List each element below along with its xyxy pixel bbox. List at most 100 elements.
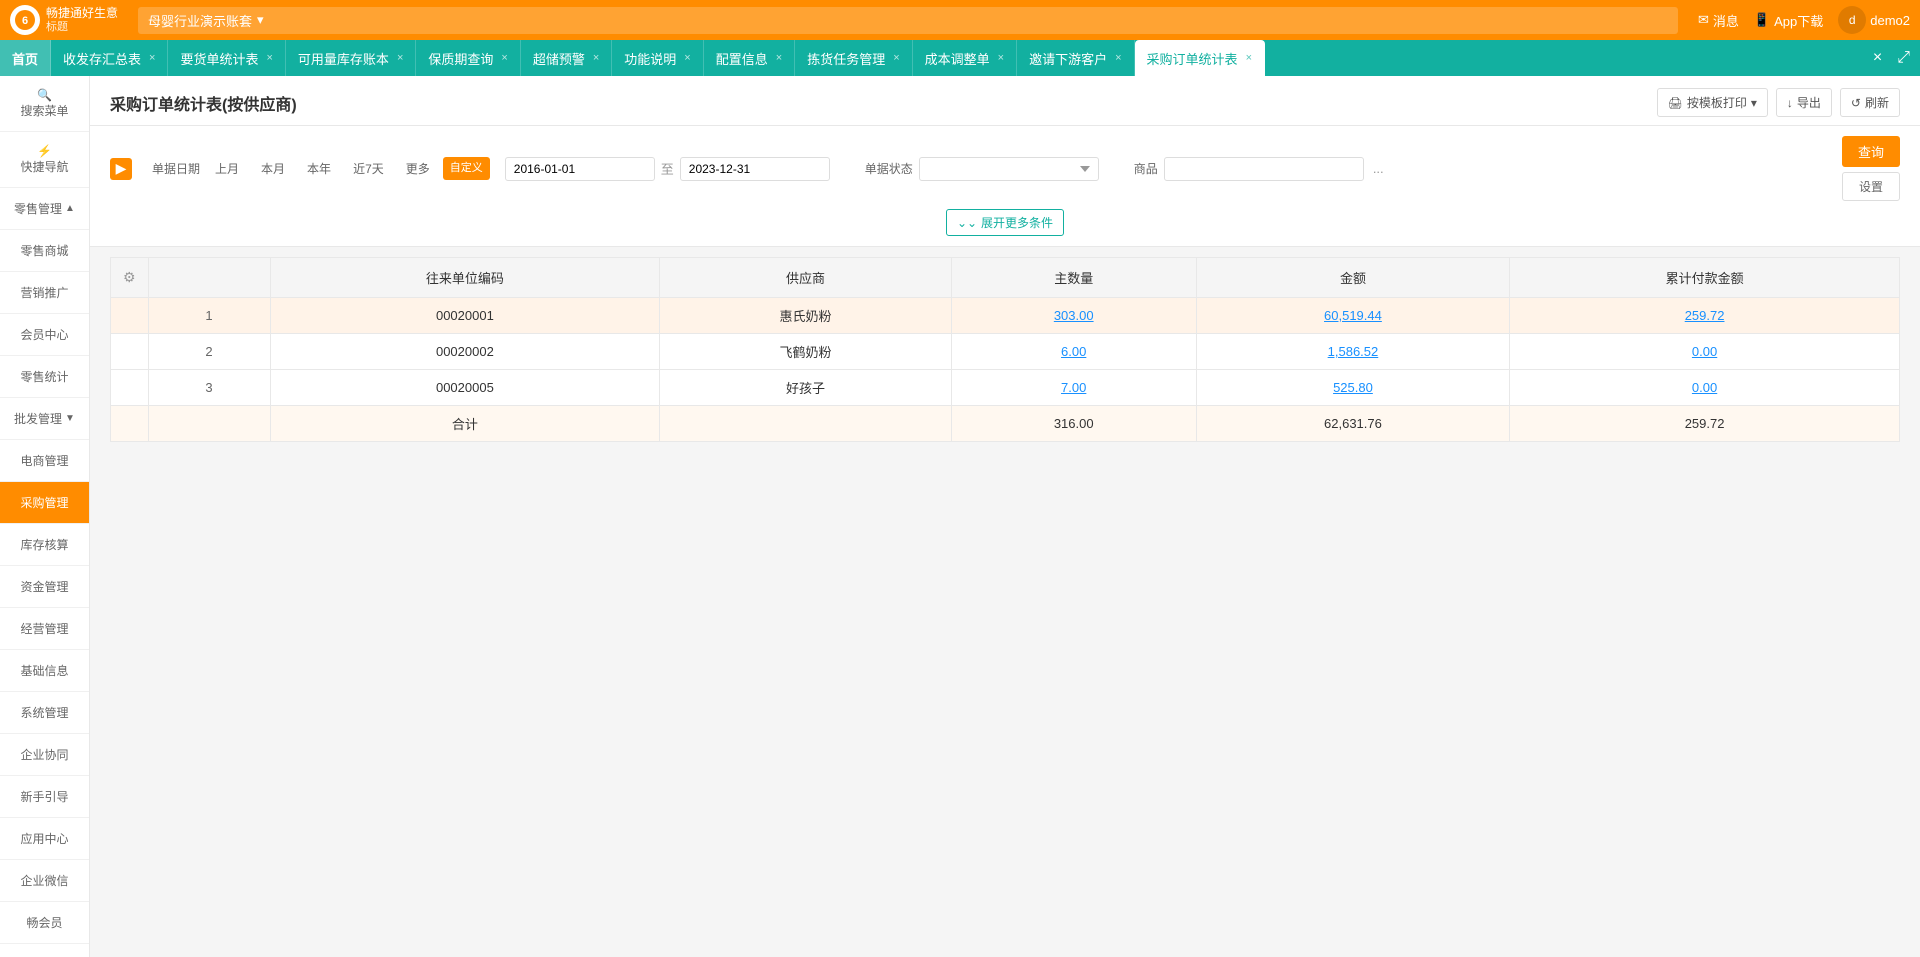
sidebar-item-xitong[interactable]: 系统管理 (0, 692, 89, 734)
date-to-input[interactable] (680, 157, 830, 181)
tab-gongneng[interactable]: 功能说明 × (612, 40, 703, 76)
tab-peizhi[interactable]: 配置信息 × (704, 40, 795, 76)
table-row[interactable]: 3 00020005 好孩子 7.00 525.80 0.00 (111, 370, 1900, 406)
tab-tuohuo[interactable]: 拣货任务管理 × (795, 40, 912, 76)
sidebar-item-caigou[interactable]: 采购管理 (0, 482, 89, 524)
tab-chaochu[interactable]: 超储预警 × (521, 40, 612, 76)
row-amount-2: 525.80 (1196, 370, 1509, 406)
nav-maximize-btn[interactable]: ⤢ (1892, 49, 1915, 67)
sidebar-item-kucun[interactable]: 库存核算 (0, 524, 89, 566)
col-amount-header: 金额 (1196, 258, 1509, 298)
tab-close-shoufa[interactable]: × (149, 52, 155, 64)
tab-close-gongneng[interactable]: × (684, 52, 690, 64)
status-label: 单据状态 (865, 160, 913, 177)
date-from-input[interactable] (505, 157, 655, 181)
tab-home[interactable]: 首页 (0, 40, 51, 76)
shortcut-this-year[interactable]: 本年 (298, 157, 340, 180)
sidebar-item-marketing[interactable]: 营销推广 (0, 272, 89, 314)
sidebar-item-search[interactable]: 🔍 搜索菜单 (0, 76, 89, 132)
tab-close-chengben[interactable]: × (998, 52, 1004, 64)
table-row[interactable]: 1 00020001 惠氏奶粉 303.00 60,519.44 259.72 (111, 298, 1900, 334)
sidebar-item-pifa[interactable]: 批发管理 ▼ (0, 398, 89, 440)
row-paid-2: 0.00 (1510, 370, 1900, 406)
refresh-button[interactable]: ↺ 刷新 (1840, 88, 1900, 117)
sidebar-item-retail[interactable]: 零售管理 ▲ (0, 188, 89, 230)
sidebar-item-huiyuan[interactable]: 畅会员 (0, 902, 89, 944)
sidebar-item-weixin[interactable]: 企业微信 (0, 860, 89, 902)
account-selector[interactable]: 母婴行业演示账套 ▾ (138, 7, 1678, 34)
col-paid-header: 累计付款金额 (1510, 258, 1900, 298)
logo-text: 畅捷通好生意 标题 (46, 6, 118, 34)
gear-icon[interactable]: ⚙ (123, 269, 136, 285)
tab-baozhi[interactable]: 保质期查询 × (416, 40, 520, 76)
tab-chengben[interactable]: 成本调整单 × (913, 40, 1017, 76)
sidebar-item-xinshou[interactable]: 新手引导 (0, 776, 89, 818)
shortcut-7days[interactable]: 近7天 (344, 157, 393, 180)
filter-date-range-item: 至 (505, 157, 830, 181)
filter-status-item: 单据状态 (865, 157, 1099, 181)
tab-close-yaohuo[interactable]: × (266, 52, 272, 64)
tab-close-caigou[interactable]: × (1246, 52, 1252, 64)
goods-input[interactable] (1164, 157, 1364, 181)
nav-close-btn[interactable]: × (1868, 49, 1887, 67)
chevron-down-icon-expand: ⌄⌄ (957, 216, 977, 230)
download-icon: 📱 (1754, 12, 1770, 28)
shortcut-last-month[interactable]: 上月 (206, 157, 248, 180)
sidebar-item-retail-stat[interactable]: 零售统计 (0, 356, 89, 398)
tab-keyong[interactable]: 可用量库存账本 × (286, 40, 416, 76)
tab-close-peizhi[interactable]: × (776, 52, 782, 64)
search-icon: 🔍 (5, 88, 84, 102)
sidebar-item-yingyong[interactable]: 应用中心 (0, 818, 89, 860)
nav-tabs-end: × ⤢ (1868, 49, 1920, 67)
footer-paid: 259.72 (1510, 406, 1900, 442)
logo-area: 6 畅捷通好生意 标题 (10, 5, 118, 35)
row-supplier-0: 惠氏奶粉 (660, 298, 951, 334)
col-settings-header[interactable]: ⚙ (111, 258, 149, 298)
top-bar-right: ✉ 消息 📱 App下载 d demo2 (1698, 6, 1910, 34)
export-button[interactable]: ↓ 导出 (1776, 88, 1832, 117)
expand-more-btn[interactable]: ⌄⌄ 展开更多条件 (946, 209, 1064, 236)
goods-more-icon[interactable]: ... (1373, 161, 1384, 176)
sidebar-item-quicknav[interactable]: ⚡ 快捷导航 (0, 132, 89, 188)
template-print-button[interactable]: 🖨 按模板打印 ▾ (1657, 88, 1768, 117)
tab-close-yaoqing[interactable]: × (1115, 52, 1121, 64)
tab-shoufa[interactable]: 收发存汇总表 × (51, 40, 168, 76)
col-qty-header: 主数量 (951, 258, 1196, 298)
shortcut-custom[interactable]: 自定义 (443, 157, 490, 180)
sidebar-item-qiye[interactable]: 企业协同 (0, 734, 89, 776)
page-header-actions: 🖨 按模板打印 ▾ ↓ 导出 ↺ 刷新 (1657, 88, 1900, 117)
tab-yaohuo[interactable]: 要货单统计表 × (168, 40, 285, 76)
tab-caigou[interactable]: 采购订单统计表 × (1135, 40, 1265, 76)
status-select[interactable] (919, 157, 1099, 181)
user-avatar[interactable]: d demo2 (1838, 6, 1910, 34)
filter-date-item: 单据日期 上月 本月 本年 近7天 更多 自定义 (152, 157, 490, 180)
table-row[interactable]: 2 00020002 飞鹤奶粉 6.00 1,586.52 0.00 (111, 334, 1900, 370)
tab-close-tuohuo[interactable]: × (893, 52, 899, 64)
footer-qty: 316.00 (951, 406, 1196, 442)
sidebar-item-jichu[interactable]: 基础信息 (0, 650, 89, 692)
sidebar-item-ecom[interactable]: 电商管理 (0, 440, 89, 482)
sidebar-item-zijin[interactable]: 资金管理 (0, 566, 89, 608)
tab-close-chaochu[interactable]: × (593, 52, 599, 64)
tab-close-baozhi[interactable]: × (501, 52, 507, 64)
refresh-icon: ↺ (1851, 96, 1861, 110)
row-paid-1: 0.00 (1510, 334, 1900, 370)
shortcut-more[interactable]: 更多 (397, 157, 439, 180)
svg-text:6: 6 (22, 15, 28, 27)
message-btn[interactable]: ✉ 消息 (1698, 11, 1739, 30)
sidebar-item-member[interactable]: 会员中心 (0, 314, 89, 356)
content-area: 采购订单统计表(按供应商) 🖨 按模板打印 ▾ ↓ 导出 ↺ 刷新 (90, 76, 1920, 957)
sidebar-item-jingying[interactable]: 经营管理 (0, 608, 89, 650)
query-button[interactable]: 查询 (1842, 136, 1900, 167)
sidebar-item-retail-shop[interactable]: 零售商城 (0, 230, 89, 272)
settings-button[interactable]: 设置 (1842, 172, 1900, 201)
app-download-btn[interactable]: 📱 App下载 (1754, 11, 1823, 30)
tab-yaoqing[interactable]: 邀请下游客户 × (1017, 40, 1134, 76)
filter-collapse-btn[interactable]: ▶ (110, 158, 132, 180)
table-header-row: ⚙ 往来单位编码 供应商 主数量 金额 累计付款金额 (111, 258, 1900, 298)
footer-empty1 (111, 406, 149, 442)
print-icon: 🖨 (1668, 96, 1683, 110)
top-bar-center: 母婴行业演示账套 ▾ (118, 7, 1698, 34)
shortcut-this-month[interactable]: 本月 (252, 157, 294, 180)
tab-close-keyong[interactable]: × (397, 52, 403, 64)
